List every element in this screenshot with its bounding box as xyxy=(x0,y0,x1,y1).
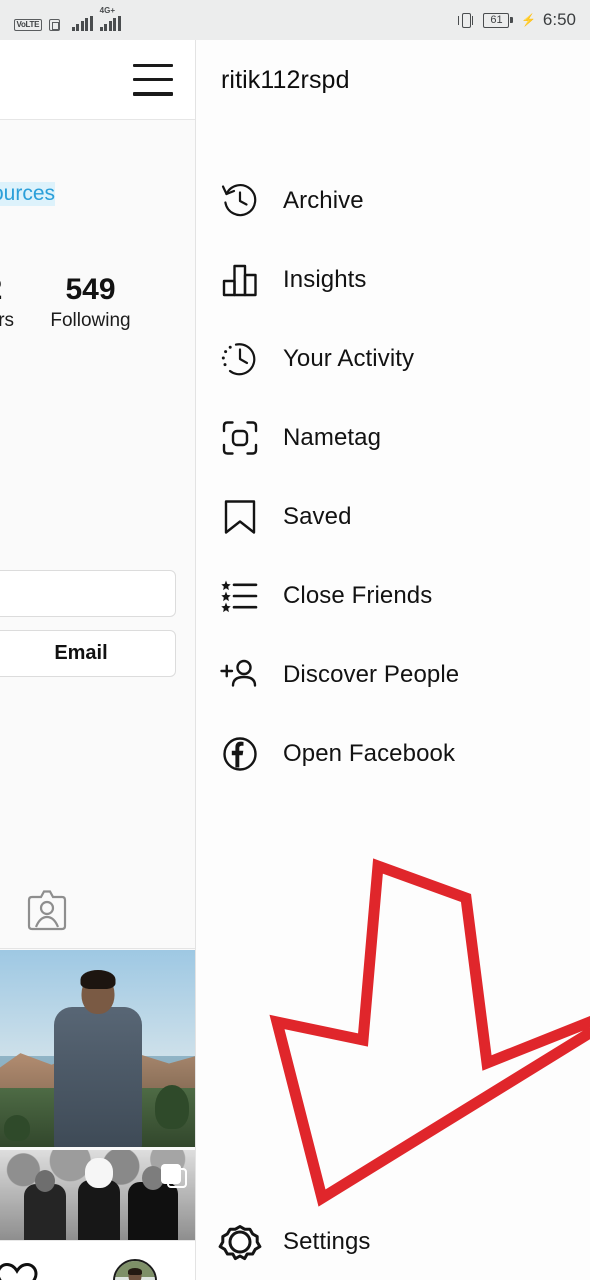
signal-bars-icon-2 xyxy=(99,15,121,31)
photo-head-left xyxy=(35,1170,55,1192)
vibrate-icon xyxy=(456,12,476,29)
menu-item-discover-people[interactable]: Discover People xyxy=(196,635,590,714)
bookmark-icon xyxy=(218,495,262,539)
tagged-photos-icon[interactable] xyxy=(26,888,68,932)
followers-count: 2 xyxy=(0,273,28,307)
carousel-front-square xyxy=(161,1164,181,1184)
photo-person-left xyxy=(24,1170,66,1240)
app-screen: VoLTE 4G+ 61 ⚡ 6:50 urces rs 549 Followi… xyxy=(0,0,590,1280)
volte-badge: VoLTE xyxy=(14,18,42,31)
status-bar-left: VoLTE 4G+ xyxy=(14,5,121,31)
profile-action-button-1[interactable] xyxy=(0,570,176,617)
avatar-hair xyxy=(128,1267,142,1275)
menu-item-insights[interactable]: Insights xyxy=(196,240,590,319)
menu-item-insights-label: Insights xyxy=(283,265,367,293)
battery-tip xyxy=(510,17,513,23)
menu-item-open-facebook-label: Open Facebook xyxy=(283,739,456,767)
bottom-navigation-bar xyxy=(0,1240,195,1280)
menu-item-your-activity[interactable]: Your Activity xyxy=(196,319,590,398)
profile-header xyxy=(0,40,195,120)
drawer-username-title: ritik112rspd xyxy=(221,65,350,94)
sim-card-icon xyxy=(48,18,60,31)
status-bar-right: 61 ⚡ 6:50 xyxy=(456,10,576,30)
menu-item-archive[interactable]: Archive xyxy=(196,161,590,240)
menu-item-close-friends[interactable]: Close Friends xyxy=(196,556,590,635)
photo-person-center xyxy=(78,1158,120,1240)
following-count: 549 xyxy=(65,273,116,306)
person-add-icon xyxy=(218,653,262,697)
post-photo-group-bw[interactable] xyxy=(0,1150,195,1240)
carousel-icon xyxy=(161,1164,187,1190)
network-type-label: 4G+ xyxy=(99,5,115,15)
gear-icon xyxy=(218,1220,262,1264)
signal-bars-icon xyxy=(71,15,93,31)
menu-item-close-friends-label: Close Friends xyxy=(283,581,433,609)
drawer-header: ritik112rspd xyxy=(196,40,590,120)
photo-helmet-center xyxy=(85,1158,113,1188)
activity-heart-icon[interactable] xyxy=(0,1259,40,1280)
menu-item-settings-label: Settings xyxy=(283,1227,371,1255)
menu-item-your-activity-label: Your Activity xyxy=(283,344,415,372)
profile-avatar[interactable] xyxy=(113,1259,157,1280)
menu-item-nametag-label: Nametag xyxy=(283,423,382,451)
menu-item-nametag[interactable]: Nametag xyxy=(196,398,590,477)
photo-person-right xyxy=(128,1166,178,1240)
battery-indicator: 61 xyxy=(483,12,513,28)
star-list-icon xyxy=(218,574,262,618)
email-button[interactable]: Email xyxy=(0,630,176,677)
menu-item-archive-label: Archive xyxy=(283,186,364,214)
status-bar: VoLTE 4G+ 61 ⚡ 6:50 xyxy=(0,0,590,40)
activity-clock-icon xyxy=(218,337,262,381)
side-drawer-menu: ritik112rspd Archive Insights Your Activ… xyxy=(195,40,590,1280)
archive-clock-icon xyxy=(218,179,262,223)
menu-item-saved-label: Saved xyxy=(283,502,352,530)
facebook-circle-icon xyxy=(218,732,262,776)
bar-chart-icon xyxy=(218,258,262,302)
profile-stats: 2 wers 549 Following xyxy=(0,273,195,333)
charging-bolt-icon: ⚡ xyxy=(520,13,536,27)
post-photo-lake-portrait[interactable] xyxy=(0,950,195,1147)
network-type-indicator: 4G+ xyxy=(99,5,121,31)
profile-panel-behind: ources 2 wers 549 Following Email xyxy=(0,40,195,1280)
nametag-scan-icon xyxy=(218,416,262,460)
profile-bio-link[interactable]: ources xyxy=(0,182,56,206)
menu-item-saved[interactable]: Saved xyxy=(196,477,590,556)
status-bar-clock: 6:50 xyxy=(542,10,576,29)
followers-label: wers xyxy=(0,310,15,331)
photo-person-body xyxy=(53,1007,142,1147)
menu-item-open-facebook[interactable]: Open Facebook xyxy=(196,714,590,793)
menu-item-settings[interactable]: Settings xyxy=(196,1203,590,1280)
photo-bush-right xyxy=(155,1085,189,1129)
following-label: Following xyxy=(50,310,131,331)
profile-grid-divider xyxy=(0,948,195,949)
menu-item-discover-people-label: Discover People xyxy=(283,660,460,688)
photo-person-hair xyxy=(80,969,115,989)
drawer-menu-list: Archive Insights Your Activity Nametag S… xyxy=(196,161,590,793)
photo-bush-left xyxy=(4,1115,30,1141)
battery-level-label: 61 xyxy=(483,12,510,28)
stat-following[interactable]: 549 Following xyxy=(28,273,153,333)
hamburger-menu-icon[interactable] xyxy=(133,64,173,96)
stat-followers[interactable]: 2 wers xyxy=(0,273,28,333)
